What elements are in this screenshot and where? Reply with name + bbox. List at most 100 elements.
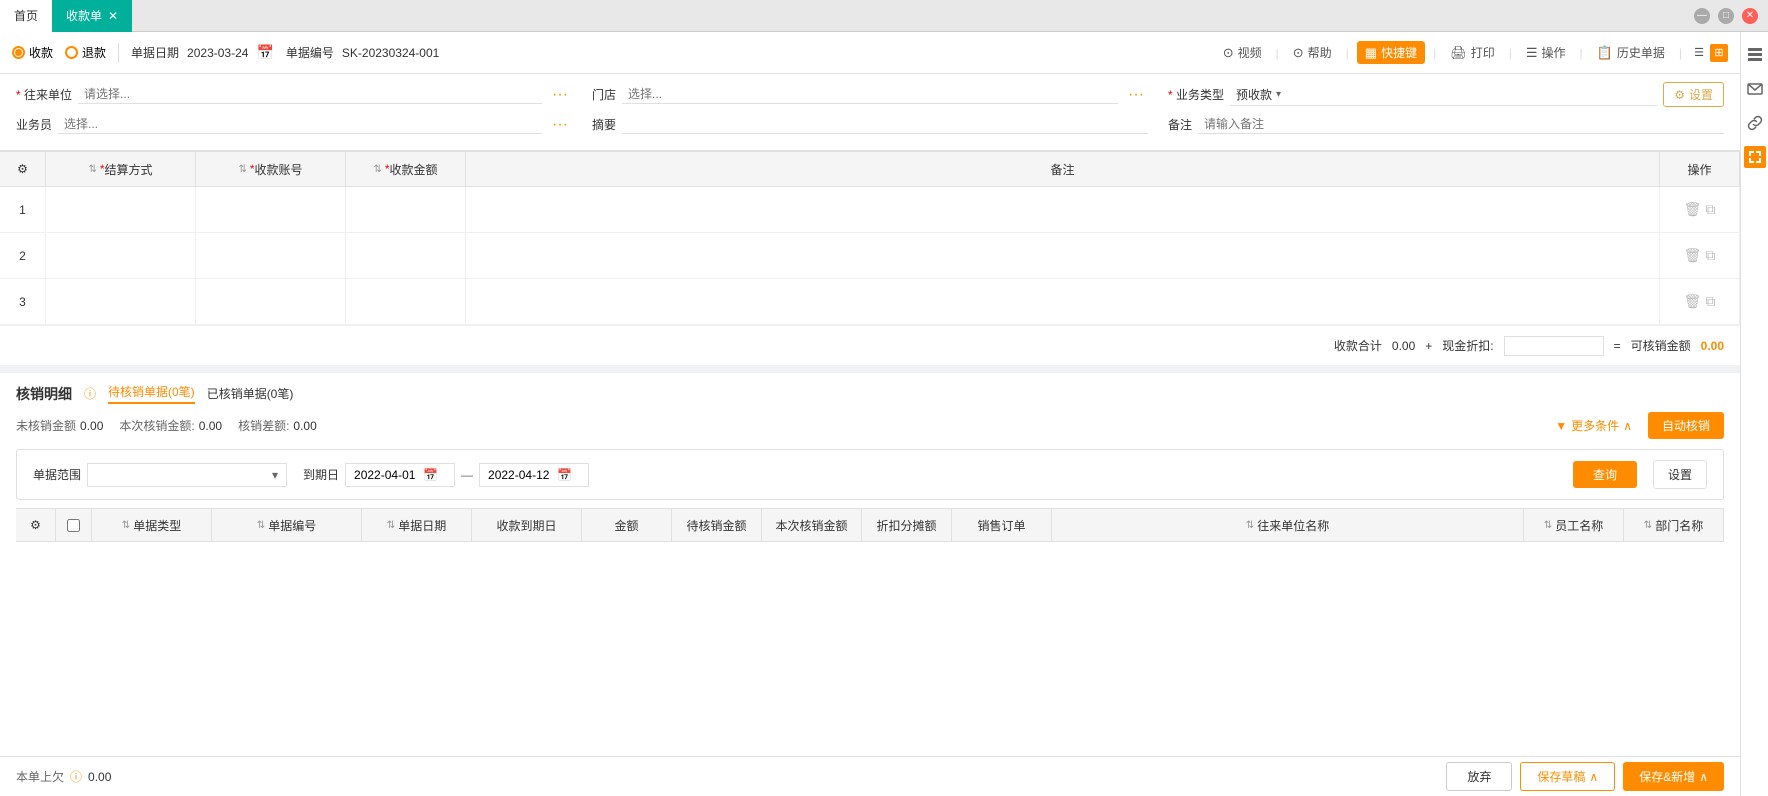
staff-input[interactable] bbox=[58, 115, 542, 134]
range-select[interactable]: ▾ bbox=[87, 463, 287, 487]
sub-check-all[interactable] bbox=[67, 519, 80, 532]
more-conditions-button[interactable]: ▼ 更多条件 ∧ bbox=[1555, 417, 1632, 434]
help-label: 帮助 bbox=[1308, 44, 1332, 61]
date-start-input[interactable]: 2022-04-01 📅 bbox=[345, 463, 455, 487]
form-settings-button[interactable]: ⚙ 设置 bbox=[1663, 82, 1724, 107]
row2-amount[interactable] bbox=[346, 233, 466, 278]
sidebar-link-icon[interactable] bbox=[1744, 112, 1766, 134]
row1-copy-icon[interactable]: ⧉ bbox=[1705, 201, 1715, 218]
save-new-arrow-icon: ∧ bbox=[1699, 770, 1708, 784]
biz-type-select[interactable]: 预收款 ▾ bbox=[1230, 84, 1657, 106]
th-gear[interactable]: ⚙ bbox=[0, 152, 46, 186]
date-end-input[interactable]: 2022-04-12 📅 bbox=[479, 463, 589, 487]
calendar-icon[interactable]: 📅 bbox=[256, 44, 273, 61]
remark-input[interactable] bbox=[1198, 115, 1724, 134]
biz-type-field: * 业务类型 预收款 ▾ ⚙ 设置 bbox=[1168, 82, 1724, 107]
history-button[interactable]: 📋 历史单据 bbox=[1591, 42, 1671, 63]
help-button[interactable]: ⊙ 帮助 bbox=[1287, 42, 1338, 63]
summary-row: 收款合计 0.00 + 现金折扣: = 可核销金额 0.00 bbox=[0, 325, 1740, 365]
row2-account[interactable] bbox=[196, 233, 346, 278]
sub-th-check[interactable] bbox=[56, 509, 92, 541]
save-draft-button[interactable]: 保存草稿 ∧ bbox=[1520, 762, 1615, 791]
sub-th-sales: 销售订单 bbox=[952, 509, 1052, 541]
auto-verify-button[interactable]: 自动核销 bbox=[1648, 412, 1724, 439]
tab-home[interactable]: 首页 bbox=[0, 0, 52, 32]
prev-info-icon[interactable]: ⓘ bbox=[70, 768, 82, 785]
unverified-amount: 未核销金额 0.00 bbox=[16, 417, 103, 434]
counterparty-input[interactable] bbox=[78, 85, 542, 104]
verify-info-icon[interactable]: ⓘ bbox=[84, 385, 96, 402]
range-arrow-icon: ▾ bbox=[272, 468, 278, 482]
sub-gear-icon: ⚙ bbox=[30, 518, 41, 532]
date-separator: — bbox=[461, 468, 473, 482]
op-icon: ☰ bbox=[1526, 45, 1538, 61]
video-button[interactable]: ⊙ 视频 bbox=[1217, 42, 1268, 63]
settings-gear-icon: ⚙ bbox=[1674, 88, 1685, 102]
layout-grid-icon[interactable]: ⊞ bbox=[1710, 44, 1728, 62]
remark-label: 备注 bbox=[1168, 116, 1192, 133]
operation-button[interactable]: ☰ 操作 bbox=[1520, 42, 1572, 63]
sidebar-mail-icon[interactable] bbox=[1744, 78, 1766, 100]
abandon-button[interactable]: 放弃 bbox=[1446, 762, 1512, 791]
radio-receipt[interactable]: 收款 bbox=[12, 44, 53, 61]
summary-field: 摘要 bbox=[592, 115, 1148, 134]
staff-more-button[interactable]: ··· bbox=[548, 116, 572, 134]
row2-remark[interactable] bbox=[466, 233, 1660, 278]
shortcut-button[interactable]: ▦ 快捷键 bbox=[1357, 41, 1425, 64]
verify-diff: 核销差额: 0.00 bbox=[238, 417, 317, 434]
row1-settle[interactable] bbox=[46, 187, 196, 232]
store-more-button[interactable]: ··· bbox=[1124, 86, 1148, 104]
th-settle: ⇅ * 结算方式 bbox=[46, 152, 196, 186]
layout-list-icon[interactable]: ☰ bbox=[1690, 44, 1708, 62]
sidebar-table-icon[interactable] bbox=[1744, 44, 1766, 66]
print-button[interactable]: 🖨 打印 bbox=[1444, 42, 1501, 63]
sub-th-type: ⇅ 单据类型 bbox=[92, 509, 212, 541]
row2-delete-icon[interactable]: 🗑 bbox=[1684, 247, 1702, 264]
tab-done-verify[interactable]: 已核销单据(0笔) bbox=[207, 385, 294, 402]
save-draft-label: 保存草稿 bbox=[1537, 768, 1585, 785]
row2-copy-icon[interactable]: ⧉ bbox=[1705, 247, 1715, 264]
row2-settle[interactable] bbox=[46, 233, 196, 278]
row1-remark[interactable] bbox=[466, 187, 1660, 232]
remark-field: 备注 bbox=[1168, 115, 1724, 134]
save-new-button[interactable]: 保存&新增 ∧ bbox=[1623, 762, 1724, 791]
tab-pending-verify[interactable]: 待核销单据(0笔) bbox=[108, 383, 195, 404]
radio-refund[interactable]: 退款 bbox=[65, 44, 106, 61]
tab-receipt[interactable]: 收款单 ✕ bbox=[52, 0, 132, 32]
window-maximize-button[interactable]: □ bbox=[1718, 8, 1734, 24]
sidebar-expand-icon[interactable] bbox=[1744, 146, 1766, 168]
query-button[interactable]: 查询 bbox=[1573, 461, 1637, 488]
th-remark: 备注 bbox=[466, 152, 1660, 186]
row3-copy-icon[interactable]: ⧉ bbox=[1705, 293, 1715, 310]
window-close-button[interactable]: ✕ bbox=[1742, 8, 1758, 24]
row1-delete-icon[interactable]: 🗑 bbox=[1684, 201, 1702, 218]
biz-type-label: * 业务类型 bbox=[1168, 86, 1224, 103]
toolbar-divider bbox=[118, 43, 119, 63]
store-input[interactable] bbox=[622, 85, 1118, 104]
sub-th-date: ⇅ 单据日期 bbox=[362, 509, 472, 541]
cash-discount-input[interactable] bbox=[1504, 336, 1604, 356]
toolbar-right: ⊙ 视频 | ⊙ 帮助 | ▦ 快捷键 | 🖨 打印 | ☰ 操作 bbox=[1217, 41, 1728, 64]
sort-icon: ⇅ bbox=[238, 164, 246, 175]
summary-input[interactable] bbox=[622, 115, 1148, 134]
sub-th-gear[interactable]: ⚙ bbox=[16, 509, 56, 541]
row3-remark[interactable] bbox=[466, 279, 1660, 324]
video-icon: ⊙ bbox=[1223, 45, 1234, 61]
query-settings-button[interactable]: 设置 bbox=[1653, 460, 1707, 489]
tab-close-icon[interactable]: ✕ bbox=[108, 9, 118, 23]
sub-th-num: ⇅ 单据编号 bbox=[212, 509, 362, 541]
row3-amount[interactable] bbox=[346, 279, 466, 324]
row1-account[interactable] bbox=[196, 187, 346, 232]
counterparty-more-button[interactable]: ··· bbox=[548, 86, 572, 104]
row3-account[interactable] bbox=[196, 279, 346, 324]
row1-amount[interactable] bbox=[346, 187, 466, 232]
row3-num: 3 bbox=[0, 279, 46, 324]
window-minimize-button[interactable]: — bbox=[1694, 8, 1710, 24]
receipt-refund-toggle: 收款 退款 bbox=[12, 44, 106, 61]
row3-settle[interactable] bbox=[46, 279, 196, 324]
prev-value: 0.00 bbox=[88, 770, 111, 784]
form-row-1: * 往来单位 ··· 门店 ··· * 业务类型 预收款 ▾ bbox=[16, 82, 1724, 107]
row3-delete-icon[interactable]: 🗑 bbox=[1684, 293, 1702, 310]
table-row: 3 🗑 ⧉ bbox=[0, 279, 1740, 325]
auto-verify-label: 自动核销 bbox=[1662, 419, 1710, 433]
